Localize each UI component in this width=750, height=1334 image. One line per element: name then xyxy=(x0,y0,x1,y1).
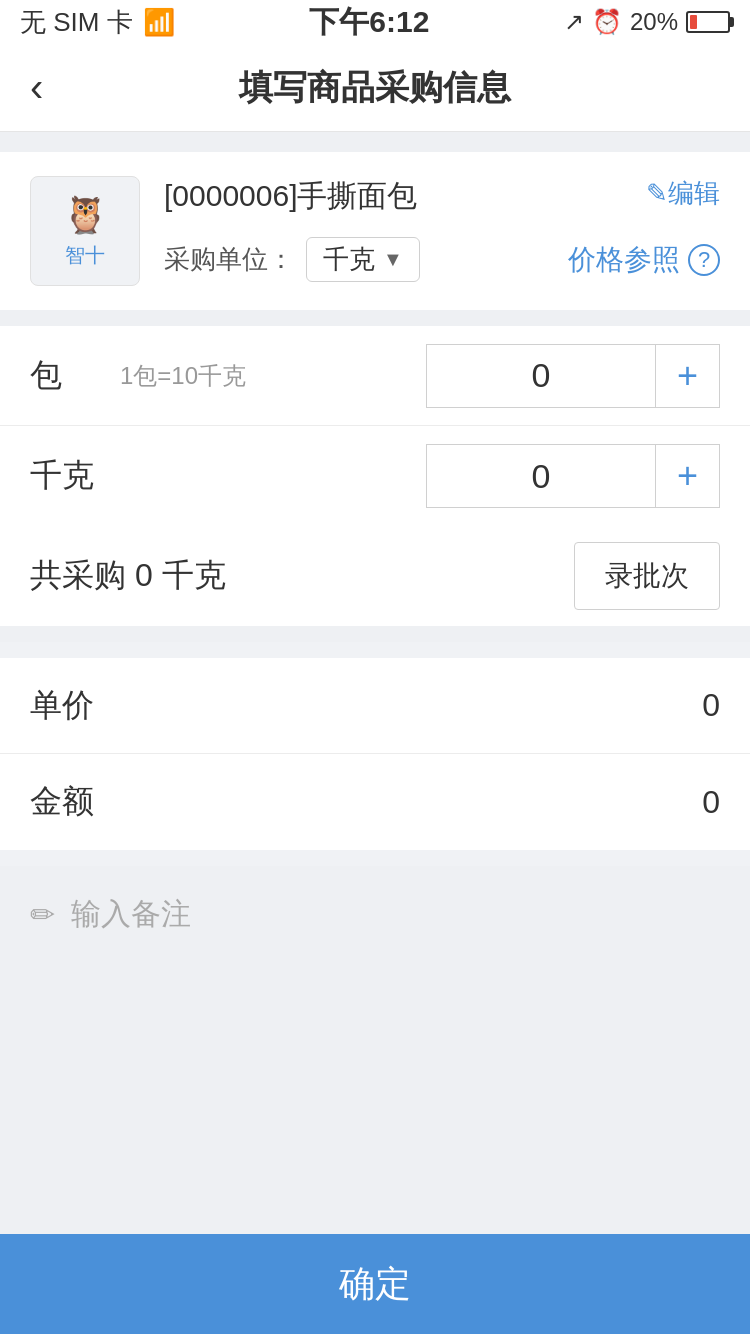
nav-bar: ‹ 填写商品采购信息 xyxy=(0,44,750,132)
back-icon: ‹ xyxy=(30,65,43,109)
purchase-unit-label: 采购单位： xyxy=(164,242,294,277)
section-sep-1 xyxy=(0,310,750,326)
bag-input-group: + xyxy=(426,344,720,408)
unit-price-value: 0 xyxy=(702,687,720,724)
confirm-label: 确定 xyxy=(339,1260,411,1309)
status-left: 无 SIM 卡 📶 xyxy=(20,5,175,40)
amount-row: 金额 0 xyxy=(0,754,750,850)
status-bar: 无 SIM 卡 📶 下午6:12 ↗ ⏰ 20% xyxy=(0,0,750,44)
info-section: 单价 0 金额 0 xyxy=(0,658,750,850)
alarm-icon: ⏰ xyxy=(592,8,622,36)
unit-value: 千克 xyxy=(323,242,375,277)
page-title: 填写商品采购信息 xyxy=(239,65,511,111)
kg-input-group: + xyxy=(426,444,720,508)
dropdown-arrow-icon: ▼ xyxy=(383,248,403,271)
product-card: 🦉 智十 [0000006]手撕面包 采购单位： 千克 ▼ 价格参照 ? xyxy=(0,152,750,310)
unit-price-row: 单价 0 xyxy=(0,658,750,754)
summary-row: 共采购 0 千克 录批次 xyxy=(0,526,750,626)
unit-dropdown[interactable]: 千克 ▼ xyxy=(306,237,420,282)
summary-text: 共采购 0 千克 xyxy=(30,554,226,598)
unit-price-label: 单价 xyxy=(30,684,94,728)
bag-plus-icon: + xyxy=(677,355,698,397)
pencil-icon: ✏ xyxy=(30,897,55,932)
sim-status: 无 SIM 卡 xyxy=(20,5,133,40)
product-card-wrapper: 🦉 智十 [0000006]手撕面包 采购单位： 千克 ▼ 价格参照 ? xyxy=(0,152,750,310)
edit-icon: ✎编辑 xyxy=(646,176,720,211)
back-button[interactable]: ‹ xyxy=(20,55,53,120)
owl-logo-icon: 🦉 xyxy=(63,194,108,236)
batch-button[interactable]: 录批次 xyxy=(574,542,720,610)
note-section[interactable]: ✏ 输入备注 xyxy=(0,866,750,963)
status-right: ↗ ⏰ 20% xyxy=(564,8,730,36)
product-info: [0000006]手撕面包 采购单位： 千克 ▼ 价格参照 ? xyxy=(164,176,720,282)
product-image: 🦉 智十 xyxy=(30,176,140,286)
kg-input-row: 千克 + xyxy=(0,426,750,526)
help-icon: ? xyxy=(688,244,720,276)
input-section: 包 1包=10千克 + 千克 + xyxy=(0,326,750,526)
kg-plus-icon: + xyxy=(677,455,698,497)
amount-label: 金额 xyxy=(30,780,94,824)
bag-input-row: 包 1包=10千克 + xyxy=(0,326,750,426)
amount-value: 0 xyxy=(702,784,720,821)
edit-button[interactable]: ✎编辑 xyxy=(646,176,720,211)
purchase-unit: 采购单位： 千克 ▼ xyxy=(164,237,420,282)
bag-plus-button[interactable]: + xyxy=(656,344,720,408)
section-sep-2 xyxy=(0,626,750,642)
bag-sublabel: 1包=10千克 xyxy=(120,360,246,392)
bag-quantity-input[interactable] xyxy=(426,344,656,408)
bag-label: 包 xyxy=(30,354,110,398)
kg-plus-button[interactable]: + xyxy=(656,444,720,508)
kg-quantity-input[interactable] xyxy=(426,444,656,508)
owl-logo-text: 智十 xyxy=(65,242,105,269)
battery-icon xyxy=(686,11,730,33)
price-ref-label: 价格参照 xyxy=(568,241,680,279)
price-ref-button[interactable]: 价格参照 ? xyxy=(568,241,720,279)
product-meta: 采购单位： 千克 ▼ 价格参照 ? xyxy=(164,237,720,282)
battery-percent: 20% xyxy=(630,8,678,36)
confirm-button[interactable]: 确定 xyxy=(0,1234,750,1334)
location-icon: ↗ xyxy=(564,8,584,36)
product-name: [0000006]手撕面包 xyxy=(164,176,720,217)
note-placeholder: 输入备注 xyxy=(71,894,191,935)
wifi-icon: 📶 xyxy=(143,7,175,38)
status-time: 下午6:12 xyxy=(309,2,429,43)
kg-label: 千克 xyxy=(30,454,110,498)
top-divider xyxy=(0,132,750,152)
